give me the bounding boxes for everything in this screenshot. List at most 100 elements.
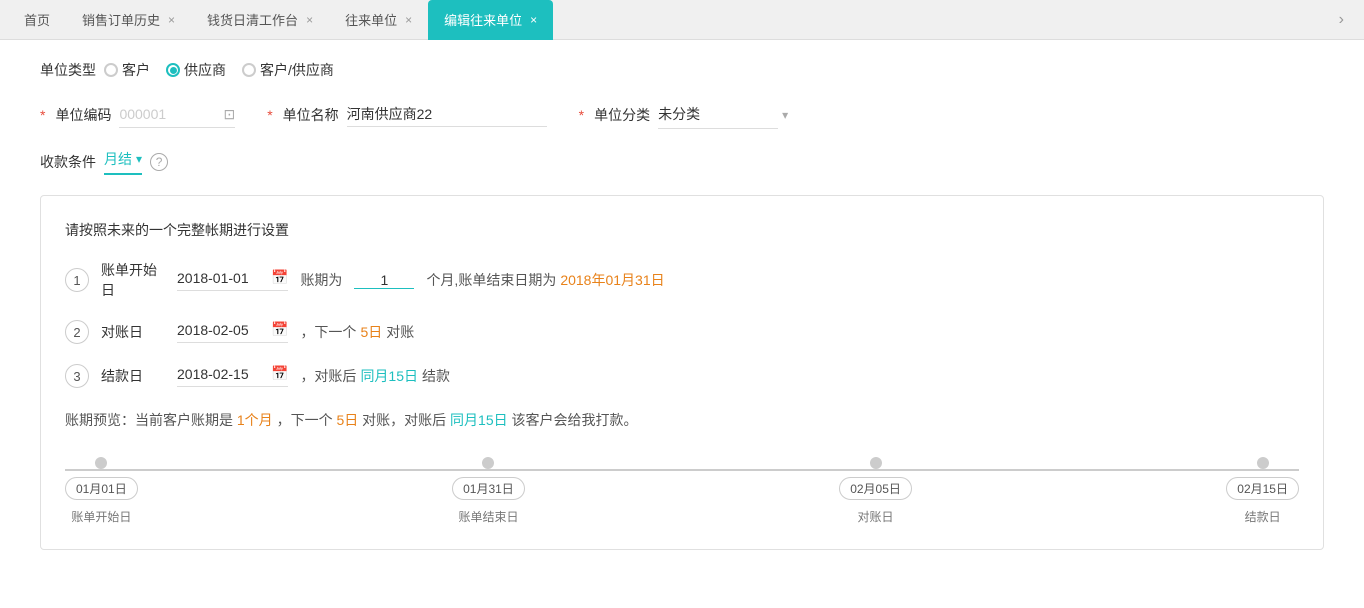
- close-icon[interactable]: ×: [168, 13, 175, 27]
- period-desc-2-suffix: 对账: [386, 322, 414, 342]
- date-input-2: 📅: [177, 321, 288, 343]
- tl-badge-1: 01月31日: [452, 477, 525, 500]
- tab-sales-history[interactable]: 销售订单历史 ×: [66, 0, 191, 40]
- period-num-3-text: 3: [73, 369, 80, 384]
- period-desc-2: ，下一个 5日 对账: [300, 322, 414, 342]
- period-suffix-text: 个月,账单结束日期为: [426, 270, 556, 290]
- radio-both[interactable]: 客户/供应商: [242, 60, 334, 80]
- tl-label-2: 对账日: [858, 508, 894, 525]
- unit-category-label: 单位分类: [594, 105, 650, 125]
- required-mark: *: [267, 107, 272, 123]
- period-row-1: 1 账单开始日 📅 账期为 个月,账单结束日期为 2018年01月31日: [65, 260, 1299, 300]
- tl-label-0: 账单开始日: [71, 508, 131, 525]
- main-content: 单位类型 客户 供应商 客户/供应商 * 单位编码: [0, 40, 1364, 608]
- tl-dot-2: [870, 457, 882, 469]
- period-row-3: 3 结款日 📅 ，对账后 同月15日 结款: [65, 364, 1299, 388]
- radio-circle-both: [242, 63, 256, 77]
- month-input[interactable]: [354, 272, 414, 289]
- period-desc-3: ，对账后 同月15日 结款: [300, 366, 450, 386]
- timeline-point-0: 01月01日 账单开始日: [65, 457, 138, 525]
- period-end-date: 2018年01月31日: [560, 270, 664, 290]
- chevron-down-icon: ▾: [136, 152, 142, 166]
- radio-customer-label: 客户: [122, 60, 150, 80]
- required-mark: *: [579, 107, 584, 123]
- radio-circle-customer: [104, 63, 118, 77]
- help-icon[interactable]: ?: [150, 153, 168, 171]
- tl-badge-0: 01月01日: [65, 477, 138, 500]
- unit-code-input[interactable]: [119, 106, 219, 122]
- card-title: 请按照未来的一个完整帐期进行设置: [65, 220, 1299, 240]
- radio-supplier[interactable]: 供应商: [166, 60, 226, 80]
- tab-partner[interactable]: 往来单位 ×: [329, 0, 428, 40]
- unit-code-group: * 单位编码 ⊡: [40, 102, 235, 128]
- tl-label-3: 结款日: [1245, 508, 1281, 525]
- unit-name-input[interactable]: [347, 102, 547, 127]
- unit-name-label: 单位名称: [283, 105, 339, 125]
- start-date-input[interactable]: [177, 270, 267, 286]
- tl-badge-3: 02月15日: [1226, 477, 1299, 500]
- period-num-3: 3: [65, 364, 89, 388]
- timeline-point-2: 02月05日 对账日: [839, 457, 912, 525]
- tl-label-1: 账单结束日: [458, 508, 518, 525]
- period-label-2: 对账日: [101, 322, 165, 342]
- calendar-icon-1[interactable]: 📅: [271, 269, 288, 286]
- period-desc-3-suffix: 结款: [422, 366, 450, 386]
- preview-label: 账期预览：当前客户账期是: [65, 412, 233, 428]
- preview-part2: 5日: [336, 412, 358, 428]
- tab-edit-partner-label: 编辑往来单位: [444, 10, 522, 29]
- period-num-2: 2: [65, 320, 89, 344]
- calendar-icon-3[interactable]: 📅: [271, 365, 288, 382]
- unit-category-group: * 单位分类 未分类 ▾: [579, 100, 788, 129]
- radio-customer[interactable]: 客户: [104, 60, 150, 80]
- payment-condition-value: 月结: [104, 149, 132, 169]
- timeline: 01月01日 账单开始日 01月31日 账单结束日 02月05日 对账日 02月…: [65, 457, 1299, 525]
- timeline-point-1: 01月31日 账单结束日: [452, 457, 525, 525]
- unit-info-row: * 单位编码 ⊡ * 单位名称 * 单位分类 未分类 ▾: [40, 100, 1324, 129]
- period-label-3: 结款日: [101, 366, 165, 386]
- tab-more-button[interactable]: ›: [1327, 11, 1356, 29]
- preview-text: 账期预览：当前客户账期是 1个月 ，下一个 5日 对账，对账后 同月15日 该客…: [65, 408, 1299, 433]
- reconcile-date-input[interactable]: [177, 322, 267, 338]
- tab-bar: 首页 销售订单历史 × 钱货日清工作台 × 往来单位 × 编辑往来单位 × ›: [0, 0, 1364, 40]
- period-desc-3-prefix: ，对账后: [300, 366, 356, 386]
- radio-circle-supplier: [166, 63, 180, 77]
- timeline-points: 01月01日 账单开始日 01月31日 账单结束日 02月05日 对账日 02月…: [65, 457, 1299, 525]
- tab-home-label: 首页: [24, 10, 50, 29]
- timeline-point-3: 02月15日 结款日: [1226, 457, 1299, 525]
- close-icon[interactable]: ×: [405, 13, 412, 27]
- tab-cash-workbench-label: 钱货日清工作台: [207, 10, 298, 29]
- unit-category-select[interactable]: 未分类 ▾: [658, 100, 788, 129]
- period-label-1: 账单开始日: [101, 260, 165, 300]
- period-num-2-text: 2: [73, 325, 80, 340]
- radio-group: 客户 供应商 客户/供应商: [104, 60, 334, 80]
- radio-supplier-label: 供应商: [184, 60, 226, 80]
- calendar-icon-2[interactable]: 📅: [271, 321, 288, 338]
- close-icon[interactable]: ×: [306, 13, 313, 27]
- payment-condition-row: 收款条件 月结 ▾ ?: [40, 149, 1324, 175]
- unit-category-value: 未分类: [658, 100, 778, 129]
- tl-badge-2: 02月05日: [839, 477, 912, 500]
- unit-type-label: 单位类型: [40, 60, 96, 80]
- help-icon-text: ?: [156, 155, 163, 169]
- reconcile-highlight: 5日: [360, 322, 382, 342]
- unit-code-input-group: ⊡: [119, 102, 235, 128]
- period-num-1-text: 1: [73, 273, 80, 288]
- tab-cash-workbench[interactable]: 钱货日清工作台 ×: [191, 0, 329, 40]
- payment-condition-select[interactable]: 月结 ▾: [104, 149, 142, 175]
- required-mark: *: [40, 107, 45, 123]
- tab-sales-history-label: 销售订单历史: [82, 10, 160, 29]
- tl-dot-0: [95, 457, 107, 469]
- copy-icon[interactable]: ⊡: [223, 106, 235, 123]
- unit-name-group: * 单位名称: [267, 102, 546, 127]
- unit-type-row: 单位类型 客户 供应商 客户/供应商: [40, 60, 1324, 80]
- close-icon[interactable]: ×: [530, 13, 537, 27]
- date-input-1: 📅: [177, 269, 288, 291]
- tl-dot-1: [482, 457, 494, 469]
- unit-code-label: 单位编码: [55, 105, 111, 125]
- tab-partner-label: 往来单位: [345, 10, 397, 29]
- tab-home[interactable]: 首页: [8, 0, 66, 40]
- tab-edit-partner[interactable]: 编辑往来单位 ×: [428, 0, 553, 40]
- preview-part1: 1个月: [237, 412, 273, 428]
- period-prefix-text: 账期为: [300, 270, 342, 290]
- payment-date-input[interactable]: [177, 366, 267, 382]
